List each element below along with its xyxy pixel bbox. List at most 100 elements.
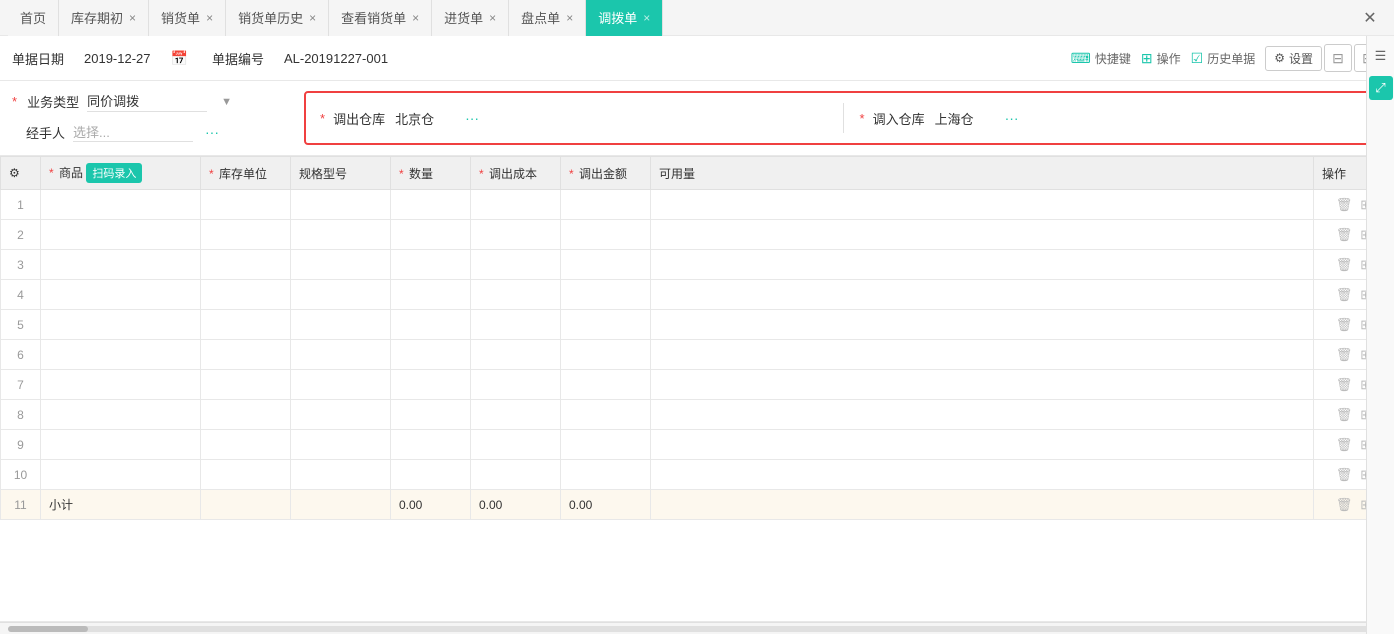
tab-sales-order[interactable]: 销货单 × bbox=[149, 0, 226, 36]
spec-cell[interactable] bbox=[291, 430, 391, 460]
tab-inventory-init[interactable]: 库存期初 × bbox=[59, 0, 149, 36]
amount-cell[interactable] bbox=[561, 310, 651, 340]
delete-row-icon[interactable]: 🗑 bbox=[1336, 227, 1353, 243]
sidebar-list-icon[interactable]: ☰ bbox=[1369, 44, 1393, 68]
spec-cell[interactable] bbox=[291, 310, 391, 340]
sidebar-expand-icon[interactable]: ⤢ bbox=[1369, 76, 1393, 100]
amount-cell[interactable] bbox=[561, 220, 651, 250]
warehouse-out-more-btn[interactable]: ··· bbox=[465, 110, 479, 126]
product-cell[interactable] bbox=[41, 370, 201, 400]
close-tab-inventory-init[interactable]: × bbox=[129, 11, 136, 25]
close-tab-stocktake[interactable]: × bbox=[566, 11, 573, 25]
cost-cell[interactable] bbox=[471, 430, 561, 460]
shortcuts-action[interactable]: ⌨ 快捷键 bbox=[1071, 50, 1131, 67]
cost-cell[interactable] bbox=[471, 370, 561, 400]
product-cell[interactable] bbox=[41, 400, 201, 430]
product-cell[interactable] bbox=[41, 460, 201, 490]
tab-transfer[interactable]: 调拨单 × bbox=[586, 0, 663, 36]
amount-cell[interactable] bbox=[561, 430, 651, 460]
settings-gear-icon[interactable]: ⚙ bbox=[9, 166, 20, 180]
unit-cell[interactable] bbox=[201, 370, 291, 400]
window-close-button[interactable]: ✕ bbox=[1354, 2, 1386, 34]
unit-cell[interactable] bbox=[201, 460, 291, 490]
delete-row-icon[interactable]: 🗑 bbox=[1336, 257, 1353, 273]
doc-date-value[interactable]: 2019-12-27 bbox=[84, 51, 151, 66]
delete-row-icon[interactable]: 🗑 bbox=[1336, 467, 1353, 483]
cost-cell[interactable] bbox=[471, 340, 561, 370]
qty-cell[interactable] bbox=[391, 280, 471, 310]
product-cell[interactable] bbox=[41, 340, 201, 370]
qty-cell[interactable] bbox=[391, 310, 471, 340]
tab-sales-history[interactable]: 销货单历史 × bbox=[226, 0, 329, 36]
spec-cell[interactable] bbox=[291, 280, 391, 310]
horizontal-scrollbar[interactable] bbox=[0, 622, 1394, 634]
handler-more-btn[interactable]: ··· bbox=[205, 124, 219, 140]
settings-button[interactable]: ⚙ 设置 bbox=[1265, 46, 1322, 71]
qty-cell[interactable] bbox=[391, 400, 471, 430]
unit-cell[interactable] bbox=[201, 250, 291, 280]
delete-row-icon[interactable]: 🗑 bbox=[1336, 437, 1353, 453]
spec-cell[interactable] bbox=[291, 250, 391, 280]
close-tab-sales-history[interactable]: × bbox=[309, 11, 316, 25]
unit-cell[interactable] bbox=[201, 220, 291, 250]
history-action[interactable]: ☑ 历史单据 bbox=[1191, 50, 1256, 67]
delete-row-icon[interactable]: 🗑 bbox=[1336, 347, 1353, 363]
amount-cell[interactable] bbox=[561, 280, 651, 310]
cost-cell[interactable] bbox=[471, 460, 561, 490]
cost-cell[interactable] bbox=[471, 400, 561, 430]
tab-view-sales[interactable]: 查看销货单 × bbox=[329, 0, 432, 36]
amount-cell[interactable] bbox=[561, 340, 651, 370]
product-cell[interactable] bbox=[41, 250, 201, 280]
close-tab-purchase[interactable]: × bbox=[489, 11, 496, 25]
handler-select[interactable]: 选择... bbox=[73, 122, 193, 142]
unit-cell[interactable] bbox=[201, 280, 291, 310]
close-tab-transfer[interactable]: × bbox=[643, 11, 650, 25]
product-cell[interactable] bbox=[41, 190, 201, 220]
qty-cell[interactable] bbox=[391, 340, 471, 370]
product-cell[interactable] bbox=[41, 430, 201, 460]
amount-cell[interactable] bbox=[561, 460, 651, 490]
qty-cell[interactable] bbox=[391, 220, 471, 250]
product-cell[interactable] bbox=[41, 280, 201, 310]
unit-cell[interactable] bbox=[201, 430, 291, 460]
unit-cell[interactable] bbox=[201, 190, 291, 220]
warehouse-out-value[interactable]: 北京仓 bbox=[395, 109, 455, 128]
product-cell[interactable] bbox=[41, 220, 201, 250]
unit-cell[interactable] bbox=[201, 310, 291, 340]
delete-row-icon[interactable]: 🗑 bbox=[1336, 317, 1353, 333]
layout-toggle-button[interactable]: ⊟ bbox=[1324, 44, 1352, 72]
qty-cell[interactable] bbox=[391, 370, 471, 400]
spec-cell[interactable] bbox=[291, 340, 391, 370]
cost-cell[interactable] bbox=[471, 310, 561, 340]
amount-cell[interactable] bbox=[561, 370, 651, 400]
spec-cell[interactable] bbox=[291, 220, 391, 250]
qty-cell[interactable] bbox=[391, 250, 471, 280]
warehouse-in-more-btn[interactable]: ··· bbox=[1005, 110, 1019, 126]
spec-cell[interactable] bbox=[291, 460, 391, 490]
spec-cell[interactable] bbox=[291, 190, 391, 220]
cost-cell[interactable] bbox=[471, 250, 561, 280]
cost-cell[interactable] bbox=[471, 190, 561, 220]
qty-cell[interactable] bbox=[391, 460, 471, 490]
spec-cell[interactable] bbox=[291, 370, 391, 400]
delete-row-icon[interactable]: 🗑 bbox=[1336, 377, 1353, 393]
col-settings[interactable]: ⚙ bbox=[1, 157, 41, 190]
warehouse-in-value[interactable]: 上海仓 bbox=[935, 109, 995, 128]
qty-cell[interactable] bbox=[391, 430, 471, 460]
scrollbar-thumb[interactable] bbox=[8, 626, 88, 632]
amount-cell[interactable] bbox=[561, 400, 651, 430]
amount-cell[interactable] bbox=[561, 190, 651, 220]
unit-cell[interactable] bbox=[201, 400, 291, 430]
cost-cell[interactable] bbox=[471, 280, 561, 310]
spec-cell[interactable] bbox=[291, 400, 391, 430]
business-type-dropdown[interactable]: ▼ bbox=[221, 96, 232, 108]
operations-action[interactable]: ⊞ 操作 bbox=[1141, 50, 1181, 67]
tab-stocktake[interactable]: 盘点单 × bbox=[509, 0, 586, 36]
tab-purchase[interactable]: 进货单 × bbox=[432, 0, 509, 36]
delete-row-icon[interactable]: 🗑 bbox=[1336, 287, 1353, 303]
product-cell[interactable] bbox=[41, 310, 201, 340]
qty-cell[interactable] bbox=[391, 190, 471, 220]
delete-row-icon[interactable]: 🗑 bbox=[1336, 407, 1353, 423]
cost-cell[interactable] bbox=[471, 220, 561, 250]
close-tab-sales-order[interactable]: × bbox=[206, 11, 213, 25]
